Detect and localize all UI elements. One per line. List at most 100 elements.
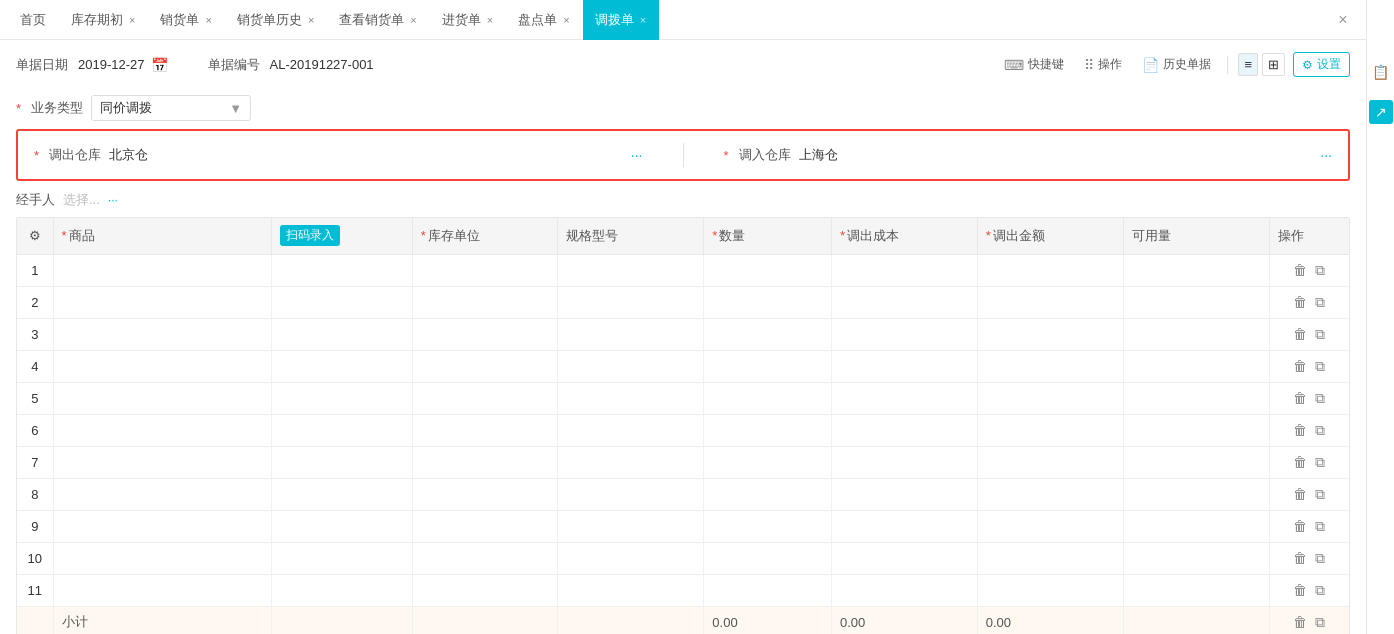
tab-close-purchase[interactable]: × bbox=[487, 14, 493, 26]
row-spec-10[interactable] bbox=[558, 542, 704, 574]
row-cost-10[interactable] bbox=[831, 542, 977, 574]
copy-icon-7[interactable]: ⧉ bbox=[1315, 454, 1325, 471]
row-amount-8[interactable] bbox=[977, 478, 1123, 510]
row-unit-8[interactable] bbox=[412, 478, 558, 510]
tab-close-opening[interactable]: × bbox=[129, 14, 135, 26]
row-cost-4[interactable] bbox=[831, 350, 977, 382]
row-product-8[interactable] bbox=[53, 478, 272, 510]
row-unit-2[interactable] bbox=[412, 286, 558, 318]
tab-transfer[interactable]: 调拨单 × bbox=[583, 0, 659, 40]
row-product-5[interactable] bbox=[53, 382, 272, 414]
tab-purchase[interactable]: 进货单 × bbox=[430, 0, 506, 40]
warehouse-out-more-icon[interactable]: ··· bbox=[631, 147, 643, 163]
row-product-4[interactable] bbox=[53, 350, 272, 382]
row-cost-1[interactable] bbox=[831, 254, 977, 286]
row-amount-3[interactable] bbox=[977, 318, 1123, 350]
row-cost-2[interactable] bbox=[831, 286, 977, 318]
operations-button[interactable]: ⠿ 操作 bbox=[1078, 54, 1128, 75]
row-cost-8[interactable] bbox=[831, 478, 977, 510]
tab-close-inventory[interactable]: × bbox=[563, 14, 569, 26]
row-amount-1[interactable] bbox=[977, 254, 1123, 286]
row-unit-3[interactable] bbox=[412, 318, 558, 350]
row-unit-10[interactable] bbox=[412, 542, 558, 574]
row-spec-4[interactable] bbox=[558, 350, 704, 382]
row-unit-9[interactable] bbox=[412, 510, 558, 542]
warehouse-in-value[interactable]: 上海仓 bbox=[799, 146, 838, 164]
row-amount-10[interactable] bbox=[977, 542, 1123, 574]
row-amount-7[interactable] bbox=[977, 446, 1123, 478]
sidebar-expand-icon[interactable]: ↗ bbox=[1369, 100, 1393, 124]
copy-icon-3[interactable]: ⧉ bbox=[1315, 326, 1325, 343]
delete-icon-4[interactable]: 🗑 bbox=[1293, 358, 1307, 374]
delete-icon-5[interactable]: 🗑 bbox=[1293, 390, 1307, 406]
row-unit-11[interactable] bbox=[412, 574, 558, 606]
copy-icon-9[interactable]: ⧉ bbox=[1315, 518, 1325, 535]
tab-home[interactable]: 首页 bbox=[8, 0, 59, 40]
copy-icon-2[interactable]: ⧉ bbox=[1315, 294, 1325, 311]
row-amount-5[interactable] bbox=[977, 382, 1123, 414]
row-qty-10[interactable] bbox=[704, 542, 832, 574]
row-spec-5[interactable] bbox=[558, 382, 704, 414]
row-product-1[interactable] bbox=[53, 254, 272, 286]
row-cost-5[interactable] bbox=[831, 382, 977, 414]
history-button[interactable]: 📄 历史单据 bbox=[1136, 54, 1217, 75]
delete-icon-2[interactable]: 🗑 bbox=[1293, 294, 1307, 310]
copy-icon-11[interactable]: ⧉ bbox=[1315, 582, 1325, 599]
row-spec-6[interactable] bbox=[558, 414, 704, 446]
row-product-9[interactable] bbox=[53, 510, 272, 542]
row-amount-4[interactable] bbox=[977, 350, 1123, 382]
row-spec-2[interactable] bbox=[558, 286, 704, 318]
row-spec-7[interactable] bbox=[558, 446, 704, 478]
row-amount-6[interactable] bbox=[977, 414, 1123, 446]
row-spec-8[interactable] bbox=[558, 478, 704, 510]
row-product-7[interactable] bbox=[53, 446, 272, 478]
delete-icon-6[interactable]: 🗑 bbox=[1293, 422, 1307, 438]
row-cost-11[interactable] bbox=[831, 574, 977, 606]
row-amount-11[interactable] bbox=[977, 574, 1123, 606]
row-qty-7[interactable] bbox=[704, 446, 832, 478]
layout-grid-icon[interactable]: ⊞ bbox=[1262, 53, 1285, 76]
row-unit-1[interactable] bbox=[412, 254, 558, 286]
copy-icon-5[interactable]: ⧉ bbox=[1315, 390, 1325, 407]
tab-close-sales[interactable]: × bbox=[205, 14, 211, 26]
tab-opening[interactable]: 库存期初 × bbox=[59, 0, 148, 40]
row-qty-3[interactable] bbox=[704, 318, 832, 350]
row-amount-9[interactable] bbox=[977, 510, 1123, 542]
row-unit-4[interactable] bbox=[412, 350, 558, 382]
calendar-icon[interactable]: 📅 bbox=[151, 57, 168, 73]
row-spec-9[interactable] bbox=[558, 510, 704, 542]
row-product-10[interactable] bbox=[53, 542, 272, 574]
row-cost-6[interactable] bbox=[831, 414, 977, 446]
delete-icon-3[interactable]: 🗑 bbox=[1293, 326, 1307, 342]
row-product-3[interactable] bbox=[53, 318, 272, 350]
close-all-button[interactable]: × bbox=[1328, 0, 1358, 40]
copy-icon-6[interactable]: ⧉ bbox=[1315, 422, 1325, 439]
row-qty-2[interactable] bbox=[704, 286, 832, 318]
tab-close-sales-history[interactable]: × bbox=[308, 14, 314, 26]
tab-sales-history[interactable]: 销货单历史 × bbox=[225, 0, 327, 40]
copy-icon-10[interactable]: ⧉ bbox=[1315, 550, 1325, 567]
row-unit-7[interactable] bbox=[412, 446, 558, 478]
business-type-select[interactable]: 同价调拨 ▼ bbox=[91, 95, 251, 121]
row-product-11[interactable] bbox=[53, 574, 272, 606]
warehouse-out-value[interactable]: 北京仓 bbox=[109, 146, 148, 164]
shortcuts-button[interactable]: ⌨ 快捷键 bbox=[998, 54, 1070, 75]
delete-icon-10[interactable]: 🗑 bbox=[1293, 550, 1307, 566]
row-amount-2[interactable] bbox=[977, 286, 1123, 318]
row-qty-6[interactable] bbox=[704, 414, 832, 446]
delete-icon-11[interactable]: 🗑 bbox=[1293, 582, 1307, 598]
row-qty-5[interactable] bbox=[704, 382, 832, 414]
copy-icon-4[interactable]: ⧉ bbox=[1315, 358, 1325, 375]
sidebar-list-icon[interactable]: 📋 bbox=[1369, 60, 1393, 84]
row-qty-11[interactable] bbox=[704, 574, 832, 606]
row-product-6[interactable] bbox=[53, 414, 272, 446]
row-unit-6[interactable] bbox=[412, 414, 558, 446]
copy-icon-8[interactable]: ⧉ bbox=[1315, 486, 1325, 503]
settings-button[interactable]: ⚙ 设置 bbox=[1293, 52, 1350, 77]
tab-inventory[interactable]: 盘点单 × bbox=[506, 0, 582, 40]
col-settings[interactable]: ⚙ bbox=[17, 218, 53, 254]
row-cost-9[interactable] bbox=[831, 510, 977, 542]
row-qty-1[interactable] bbox=[704, 254, 832, 286]
row-unit-5[interactable] bbox=[412, 382, 558, 414]
row-spec-3[interactable] bbox=[558, 318, 704, 350]
